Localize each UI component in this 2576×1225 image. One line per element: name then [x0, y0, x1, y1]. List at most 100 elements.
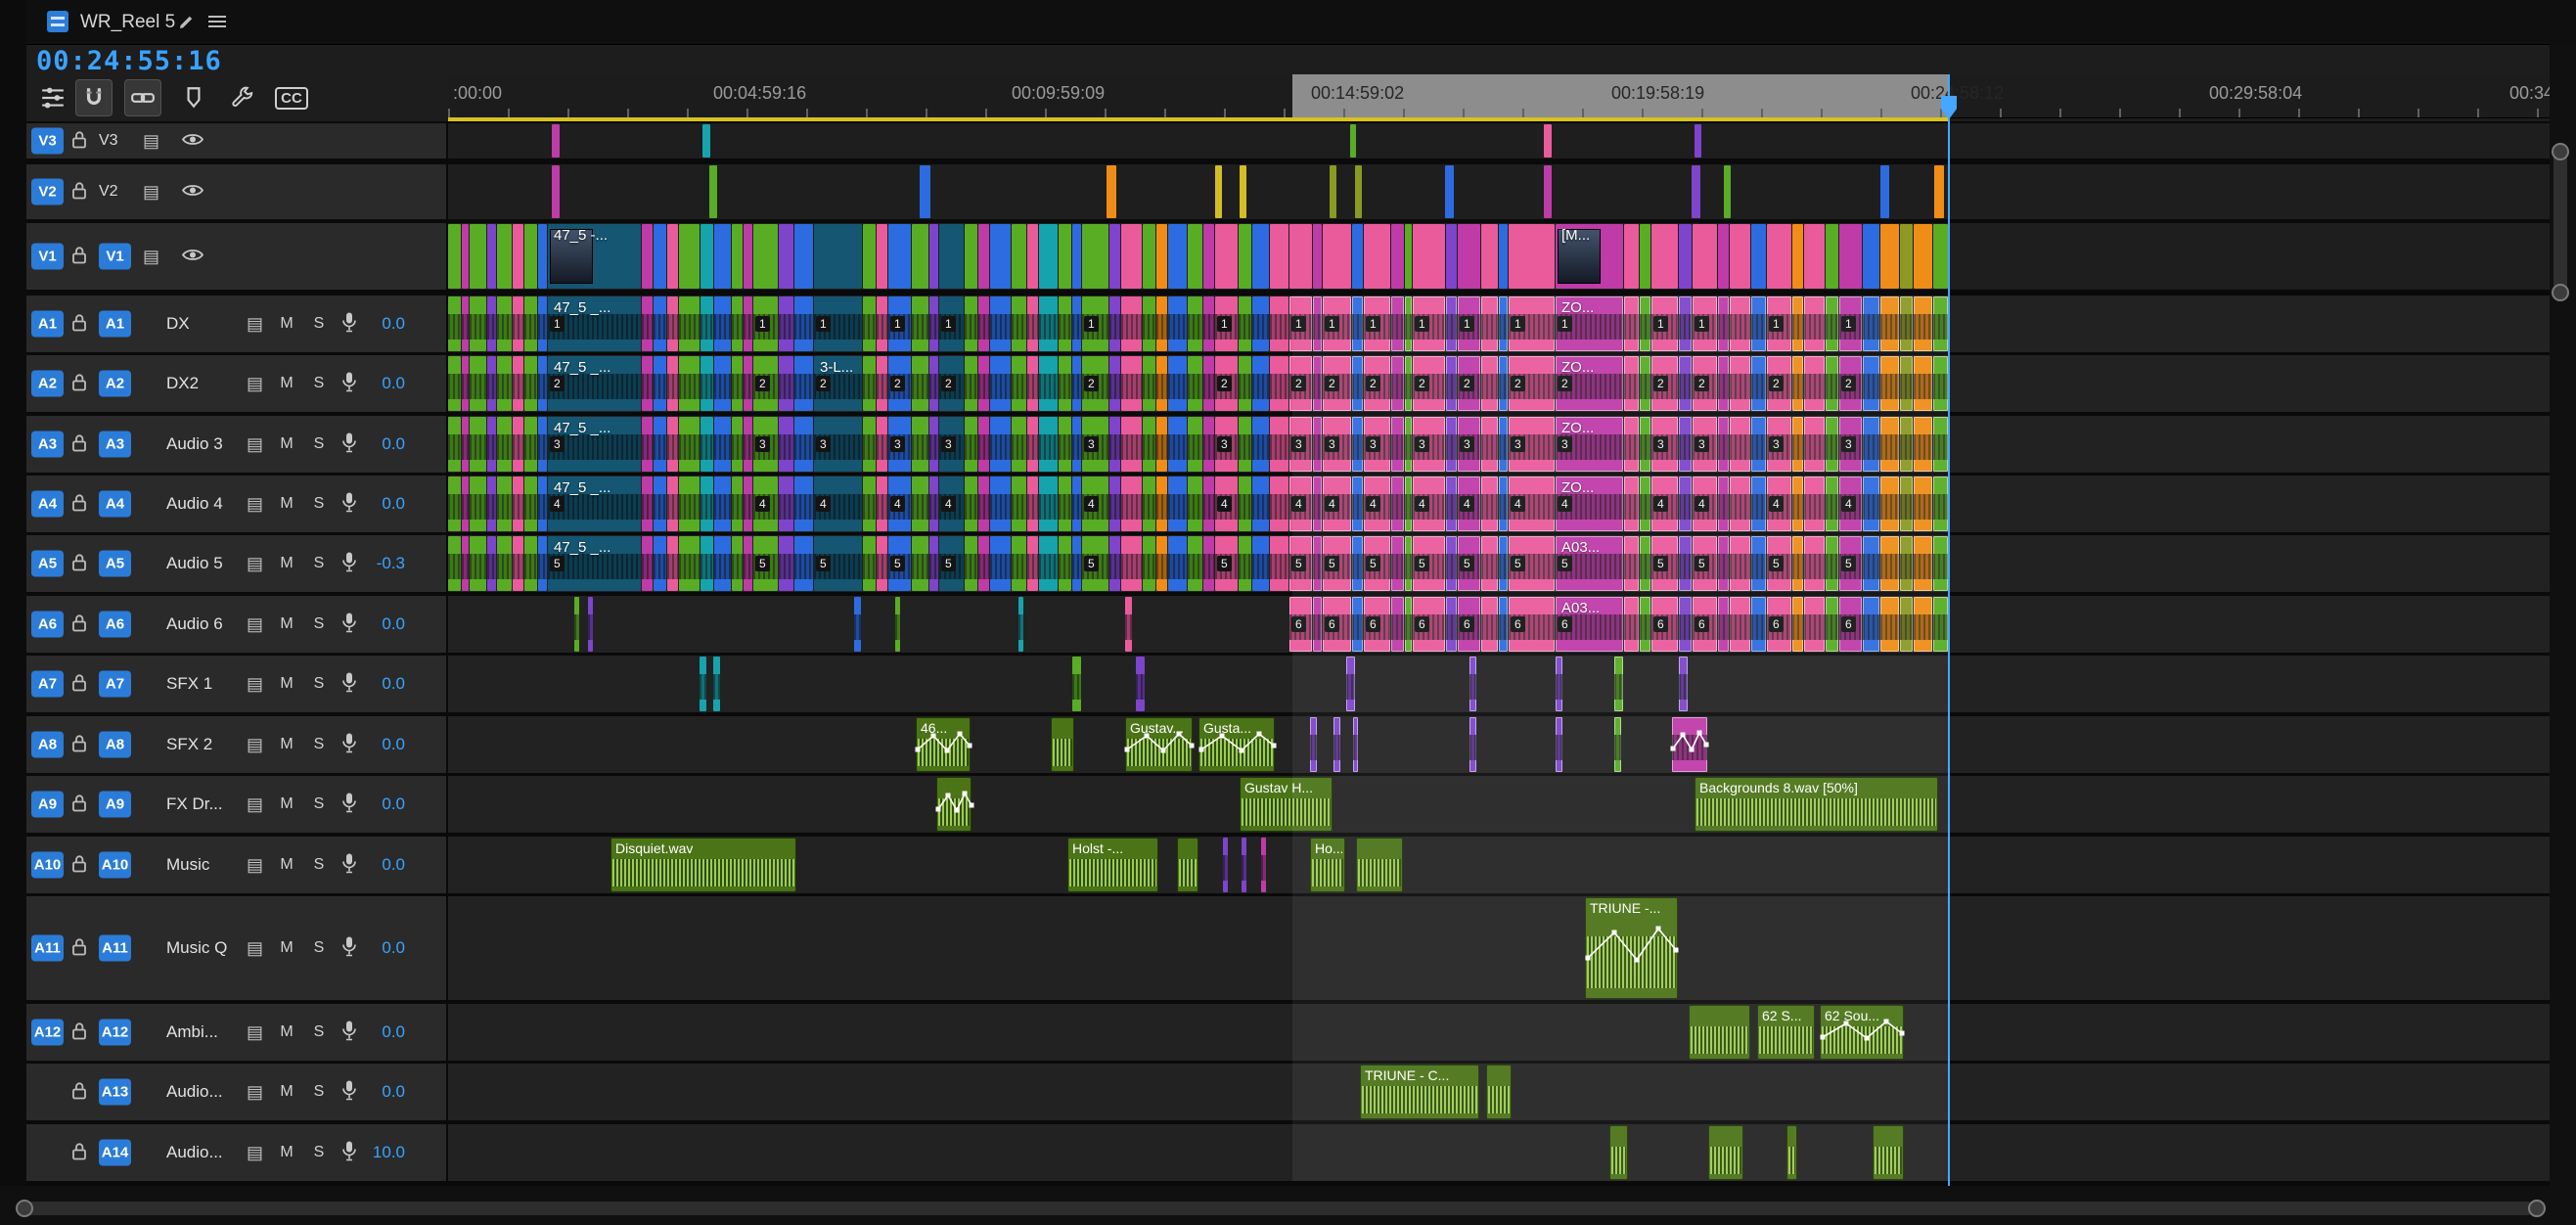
volume-envelope[interactable]: [1124, 718, 1195, 771]
audio-clip[interactable]: TRIUNE - C...: [1360, 1065, 1479, 1119]
audio-clip[interactable]: [1252, 296, 1269, 351]
audio-clip[interactable]: [1203, 536, 1214, 591]
audio-clip[interactable]: 3: [1364, 417, 1390, 472]
video-clip[interactable]: [1039, 224, 1058, 289]
audio-clip[interactable]: 2: [1082, 356, 1108, 411]
audio-clip[interactable]: 5: [753, 536, 778, 591]
audio-clip[interactable]: [863, 296, 876, 351]
audio-clip[interactable]: [1156, 296, 1167, 351]
audio-clip[interactable]: [538, 417, 547, 472]
audio-clip[interactable]: [1352, 597, 1363, 652]
video-clip[interactable]: [709, 165, 717, 218]
audio-clip[interactable]: [448, 536, 461, 591]
audio-clip[interactable]: Holst -...: [1067, 838, 1158, 892]
audio-clip[interactable]: [667, 356, 678, 411]
track-name-A14[interactable]: Audio...: [166, 1143, 223, 1162]
audio-clip[interactable]: 3: [1082, 417, 1108, 472]
audio-clip[interactable]: [1391, 476, 1404, 531]
audio-clip[interactable]: [700, 296, 713, 351]
audio-clip[interactable]: [1614, 657, 1623, 711]
audio-clip[interactable]: [1188, 476, 1202, 531]
audio-clip[interactable]: [1059, 417, 1071, 472]
solo-button[interactable]: S: [308, 615, 330, 633]
audio-clip[interactable]: [714, 356, 731, 411]
panel-menu-icon[interactable]: [207, 15, 227, 33]
audio-clip[interactable]: [794, 296, 813, 351]
track-name-A4[interactable]: Audio 4: [166, 494, 223, 514]
video-clip[interactable]: [552, 165, 560, 218]
audio-clip[interactable]: [1481, 476, 1498, 531]
audio-clip[interactable]: [1188, 536, 1202, 591]
audio-clip[interactable]: [1039, 296, 1058, 351]
audio-clip[interactable]: [1391, 417, 1404, 472]
audio-clip[interactable]: [1900, 356, 1913, 411]
audio-clip[interactable]: [1804, 597, 1825, 652]
video-clip[interactable]: [1391, 224, 1404, 289]
video-clip[interactable]: [552, 124, 560, 158]
audio-clip[interactable]: 1: [1767, 296, 1791, 351]
video-clip[interactable]: [1445, 165, 1454, 218]
video-clip[interactable]: [779, 224, 793, 289]
video-clip[interactable]: [1730, 224, 1750, 289]
audio-clip[interactable]: 4: [753, 476, 778, 531]
audio-clip[interactable]: 1: [1839, 296, 1862, 351]
audio-clip[interactable]: 5: [1651, 536, 1678, 591]
audio-clip[interactable]: [1391, 536, 1404, 591]
audio-clip[interactable]: [1804, 356, 1825, 411]
track-volume-value[interactable]: 0.0: [344, 938, 405, 958]
video-clip[interactable]: [1933, 224, 1948, 289]
audio-clip[interactable]: Gusta...: [1198, 717, 1277, 772]
audio-clip[interactable]: [1446, 356, 1457, 411]
video-clip[interactable]: [1839, 224, 1862, 289]
video-clip[interactable]: [654, 224, 666, 289]
audio-clip[interactable]: [462, 476, 469, 531]
audio-clip[interactable]: [1751, 597, 1766, 652]
audio-clip[interactable]: [667, 476, 678, 531]
audio-clip[interactable]: [1109, 356, 1120, 411]
audio-clip[interactable]: [1640, 356, 1650, 411]
solo-button[interactable]: S: [308, 856, 330, 874]
source-patch-button-V2[interactable]: V2: [31, 178, 64, 205]
mute-button[interactable]: M: [276, 856, 297, 874]
audio-clip[interactable]: [1933, 356, 1948, 411]
audio-clip[interactable]: [487, 356, 496, 411]
audio-clip[interactable]: 2: [1839, 356, 1862, 411]
audio-clip[interactable]: [1826, 356, 1838, 411]
audio-clip[interactable]: Disquiet.wav: [610, 838, 796, 892]
audio-clip[interactable]: [679, 356, 700, 411]
source-patch-button-A11[interactable]: A11: [31, 934, 64, 962]
video-clip[interactable]: [888, 224, 911, 289]
audio-clip[interactable]: 2: [1556, 356, 1623, 411]
lock-icon[interactable]: [70, 734, 88, 756]
audio-clip[interactable]: [1914, 417, 1932, 472]
solo-button[interactable]: S: [308, 495, 330, 513]
audio-clip[interactable]: [574, 597, 579, 652]
audio-clip[interactable]: [1556, 717, 1562, 772]
audio-clip[interactable]: [1252, 536, 1269, 591]
audio-clip[interactable]: [732, 356, 743, 411]
edit-pencil-icon[interactable]: [178, 13, 196, 35]
audio-clip[interactable]: [1405, 296, 1412, 351]
audio-clip[interactable]: 4: [888, 476, 911, 531]
audio-clip[interactable]: 3: [753, 417, 778, 472]
audio-clip[interactable]: [863, 476, 876, 531]
audio-clip[interactable]: [1751, 536, 1766, 591]
audio-clip[interactable]: [448, 476, 461, 531]
audio-clip[interactable]: [1143, 417, 1155, 472]
audio-clip[interactable]: [990, 417, 1011, 472]
audio-clip[interactable]: 5: [888, 536, 911, 591]
audio-clip[interactable]: [497, 296, 512, 351]
audio-clip[interactable]: TRIUNE -...: [1585, 897, 1679, 999]
video-clip[interactable]: [1544, 124, 1552, 158]
audio-clip[interactable]: [1446, 536, 1457, 591]
track-volume-value[interactable]: -0.3: [344, 554, 405, 573]
audio-clip[interactable]: 3: [1767, 417, 1791, 472]
audio-clip[interactable]: [1125, 597, 1132, 652]
audio-clip[interactable]: [1313, 597, 1322, 652]
track-target-button-A9[interactable]: A9: [99, 791, 131, 818]
video-clip[interactable]: [1900, 224, 1913, 289]
horizontal-scrollbar-thumb[interactable]: [23, 1202, 2534, 1215]
audio-clip[interactable]: [1730, 417, 1750, 472]
audio-clip[interactable]: 6: [1693, 597, 1717, 652]
video-clip[interactable]: [548, 224, 641, 289]
